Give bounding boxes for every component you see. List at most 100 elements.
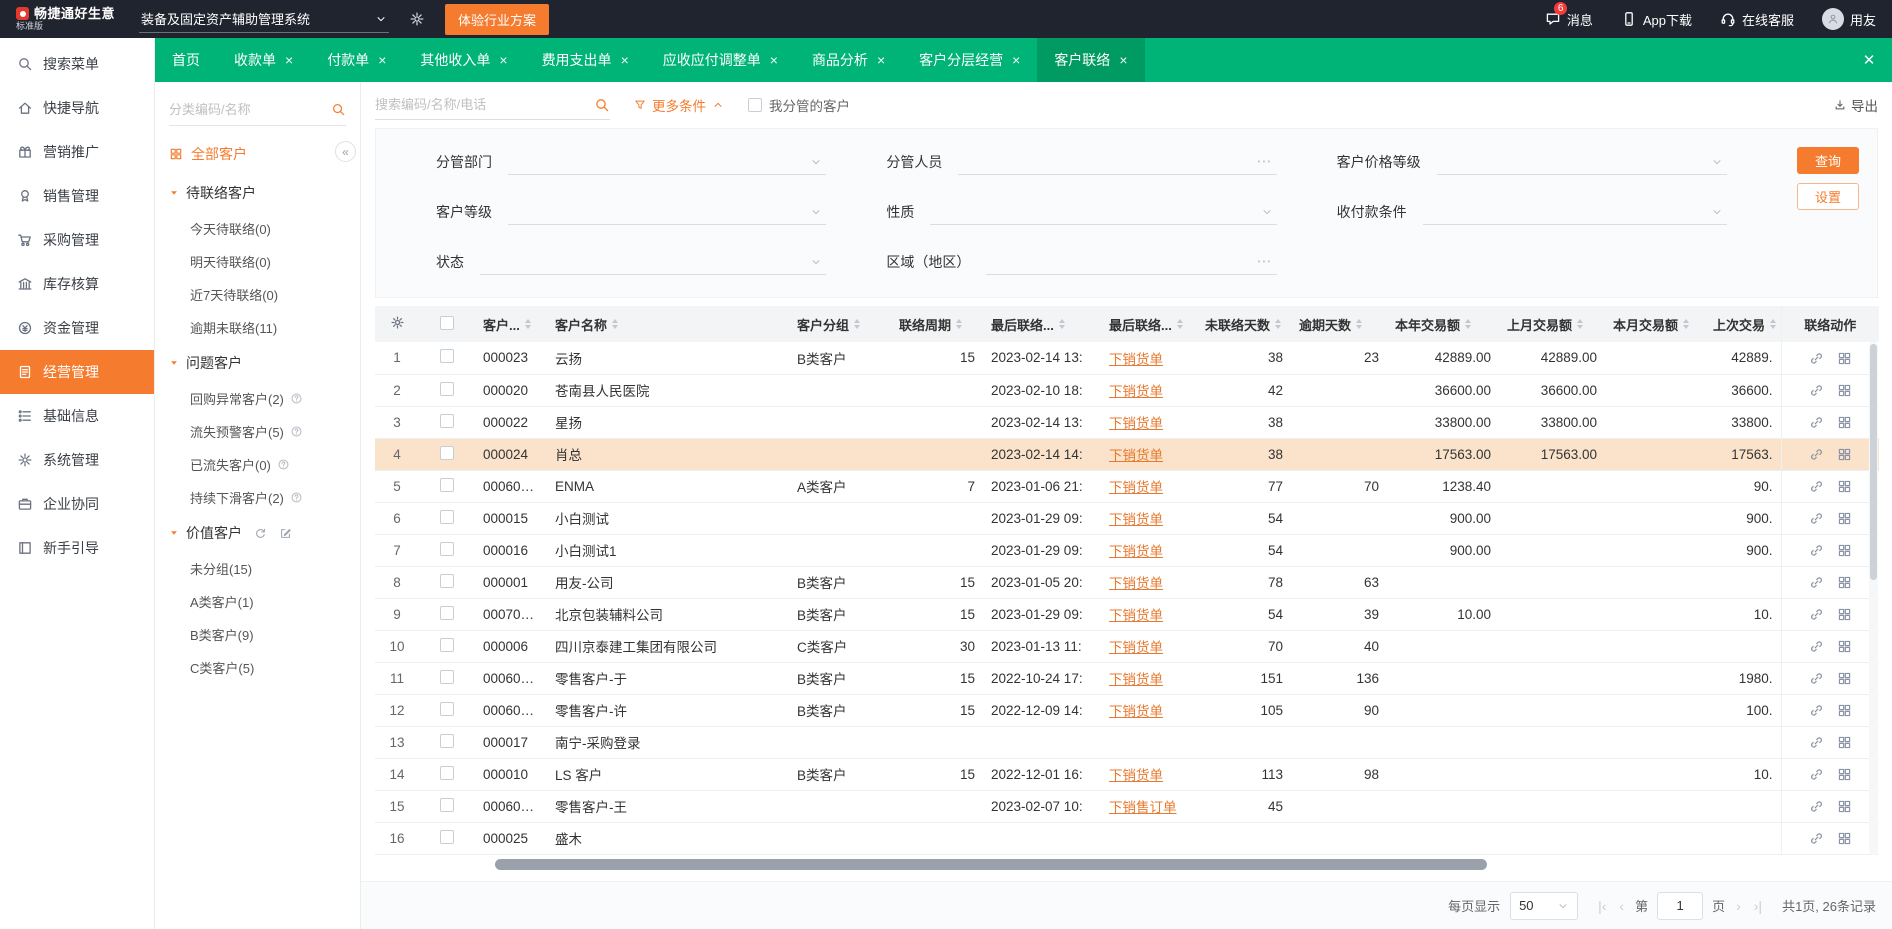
- horizontal-scrollbar[interactable]: [375, 858, 1878, 872]
- next-page-button[interactable]: ›: [1734, 898, 1743, 914]
- row-checkbox[interactable]: [440, 733, 454, 748]
- sidebar-item-1[interactable]: 快捷导航: [0, 86, 154, 130]
- tab-close-icon[interactable]: ×: [1012, 53, 1020, 67]
- table-row[interactable]: 7 000016 小白测试1 2023-01-29 09: 下销货单 54 900.00 90…: [375, 534, 1879, 567]
- vertical-scrollbar[interactable]: [1869, 342, 1878, 855]
- collapse-panel-button[interactable]: «: [335, 141, 356, 162]
- tree-item-2-0[interactable]: 未分组(15): [155, 552, 360, 585]
- row-checkbox[interactable]: [440, 573, 454, 588]
- tab-2[interactable]: 付款单 ×: [310, 38, 403, 82]
- tab-close-icon[interactable]: ×: [1119, 53, 1127, 67]
- sidebar-item-0[interactable]: 搜索菜单: [0, 42, 154, 86]
- sidebar-item-2[interactable]: 营销推广: [0, 130, 154, 174]
- contact-grid-icon[interactable]: [1837, 831, 1852, 846]
- contact-grid-icon[interactable]: [1837, 639, 1852, 654]
- row-checkbox[interactable]: [440, 477, 454, 492]
- tab-5[interactable]: 应收应付调整单 ×: [646, 38, 795, 82]
- link-icon[interactable]: [1809, 575, 1824, 590]
- link-icon[interactable]: [1809, 607, 1824, 622]
- filter-input-2[interactable]: [1436, 149, 1727, 175]
- row-checkbox[interactable]: [440, 797, 454, 812]
- link-icon[interactable]: [1809, 767, 1824, 782]
- sidebar-item-5[interactable]: 库存核算: [0, 262, 154, 306]
- filter-input-3[interactable]: [508, 199, 827, 225]
- contact-grid-icon[interactable]: [1837, 735, 1852, 750]
- link-icon[interactable]: [1809, 831, 1824, 846]
- table-row[interactable]: 16 000025 盛木: [375, 822, 1879, 855]
- edit-icon[interactable]: [279, 527, 292, 540]
- tab-4[interactable]: 费用支出单 ×: [525, 38, 646, 82]
- contact-grid-icon[interactable]: [1837, 575, 1852, 590]
- table-row[interactable]: 15 000600... 零售客户-王 2023-02-07 10: 下销售订单 45: [375, 790, 1879, 823]
- tree-item-2-2[interactable]: B类客户(9): [155, 618, 360, 651]
- question-icon[interactable]: [290, 425, 303, 438]
- contact-grid-icon[interactable]: [1837, 351, 1852, 366]
- select-all-checkbox[interactable]: [440, 315, 454, 330]
- contact-grid-icon[interactable]: [1837, 703, 1852, 718]
- last-action-link[interactable]: 下销货单: [1109, 448, 1163, 463]
- last-action-link[interactable]: 下销货单: [1109, 576, 1163, 591]
- query-button[interactable]: 查询: [1797, 147, 1859, 174]
- page-size-select[interactable]: 50: [1510, 891, 1579, 920]
- tree-group-1[interactable]: 问题客户: [155, 344, 360, 382]
- sort-icon[interactable]: [956, 319, 963, 329]
- row-checkbox[interactable]: [440, 509, 454, 524]
- row-checkbox[interactable]: [440, 637, 454, 652]
- sort-icon[interactable]: [1683, 319, 1690, 329]
- column-header[interactable]: 客户分组: [797, 315, 849, 334]
- row-checkbox[interactable]: [440, 381, 454, 396]
- tab-8[interactable]: 客户联络 ×: [1037, 38, 1145, 82]
- settings-button[interactable]: 设置: [1797, 183, 1859, 210]
- table-row[interactable]: 9 000700... 北京包装辅料公司 B类客户 15 2023-01-29 09: 下销…: [375, 598, 1879, 631]
- link-icon[interactable]: [1809, 415, 1824, 430]
- contact-grid-icon[interactable]: [1837, 671, 1852, 686]
- link-icon[interactable]: [1809, 639, 1824, 654]
- link-icon[interactable]: [1809, 671, 1824, 686]
- contact-grid-icon[interactable]: [1837, 543, 1852, 558]
- column-header[interactable]: 客户名称: [555, 315, 607, 334]
- table-row[interactable]: 10 000006 四川京泰建工集团有限公司 C类客户 30 2023-01-13 11:…: [375, 630, 1879, 663]
- column-header[interactable]: 最后联络...: [1109, 315, 1172, 334]
- tree-item-0-0[interactable]: 今天待联络(0): [155, 212, 360, 245]
- user-menu[interactable]: 用友: [1821, 8, 1876, 30]
- sidebar-item-10[interactable]: 企业协同: [0, 482, 154, 526]
- column-header[interactable]: 本月交易额: [1613, 315, 1678, 334]
- last-action-link[interactable]: 下销货单: [1109, 416, 1163, 431]
- row-checkbox[interactable]: [440, 349, 454, 364]
- prev-page-button[interactable]: ‹: [1617, 898, 1626, 914]
- close-all-tabs-icon[interactable]: ✕: [1846, 38, 1892, 82]
- last-page-button[interactable]: ›|: [1752, 898, 1764, 914]
- vertical-scrollbar-thumb[interactable]: [1870, 344, 1877, 580]
- sort-icon[interactable]: [524, 319, 531, 329]
- sort-icon[interactable]: [612, 319, 619, 329]
- tree-item-2-1[interactable]: A类客户(1): [155, 585, 360, 618]
- tree-search-input[interactable]: [169, 102, 325, 117]
- tree-item-1-2[interactable]: 已流失客户(0): [155, 448, 360, 481]
- row-checkbox[interactable]: [440, 605, 454, 620]
- sidebar-item-11[interactable]: 新手引导: [0, 526, 154, 570]
- last-action-link[interactable]: 下销货单: [1109, 608, 1163, 623]
- filter-input-6[interactable]: [480, 249, 827, 275]
- sort-icon[interactable]: [1275, 319, 1282, 329]
- column-header[interactable]: 逾期天数: [1299, 315, 1351, 334]
- sidebar-item-3[interactable]: 销售管理: [0, 174, 154, 218]
- horizontal-scrollbar-thumb[interactable]: [495, 858, 1488, 870]
- last-action-link[interactable]: 下销货单: [1109, 672, 1163, 687]
- last-action-link[interactable]: 下销货单: [1109, 352, 1163, 367]
- online-service-button[interactable]: 在线客服: [1720, 10, 1794, 29]
- column-header[interactable]: 联络周期: [899, 315, 951, 334]
- tab-0[interactable]: 首页: [155, 38, 217, 82]
- table-settings-icon[interactable]: [390, 315, 405, 330]
- search-icon[interactable]: [594, 97, 610, 113]
- table-row[interactable]: 12 000600... 零售客户-许 B类客户 15 2022-12-09 14: 下销货…: [375, 694, 1879, 727]
- trial-solution-button[interactable]: 体验行业方案: [445, 3, 550, 35]
- last-action-link[interactable]: 下销货单: [1109, 544, 1163, 559]
- export-button[interactable]: 导出: [1834, 95, 1878, 115]
- link-icon[interactable]: [1809, 735, 1824, 750]
- tab-close-icon[interactable]: ×: [499, 53, 507, 67]
- more-filters-toggle[interactable]: 更多条件: [634, 95, 724, 115]
- last-action-link[interactable]: 下销货单: [1109, 640, 1163, 655]
- link-icon[interactable]: [1809, 383, 1824, 398]
- row-checkbox[interactable]: [440, 829, 454, 844]
- tree-item-1-0[interactable]: 回购异常客户(2): [155, 382, 360, 415]
